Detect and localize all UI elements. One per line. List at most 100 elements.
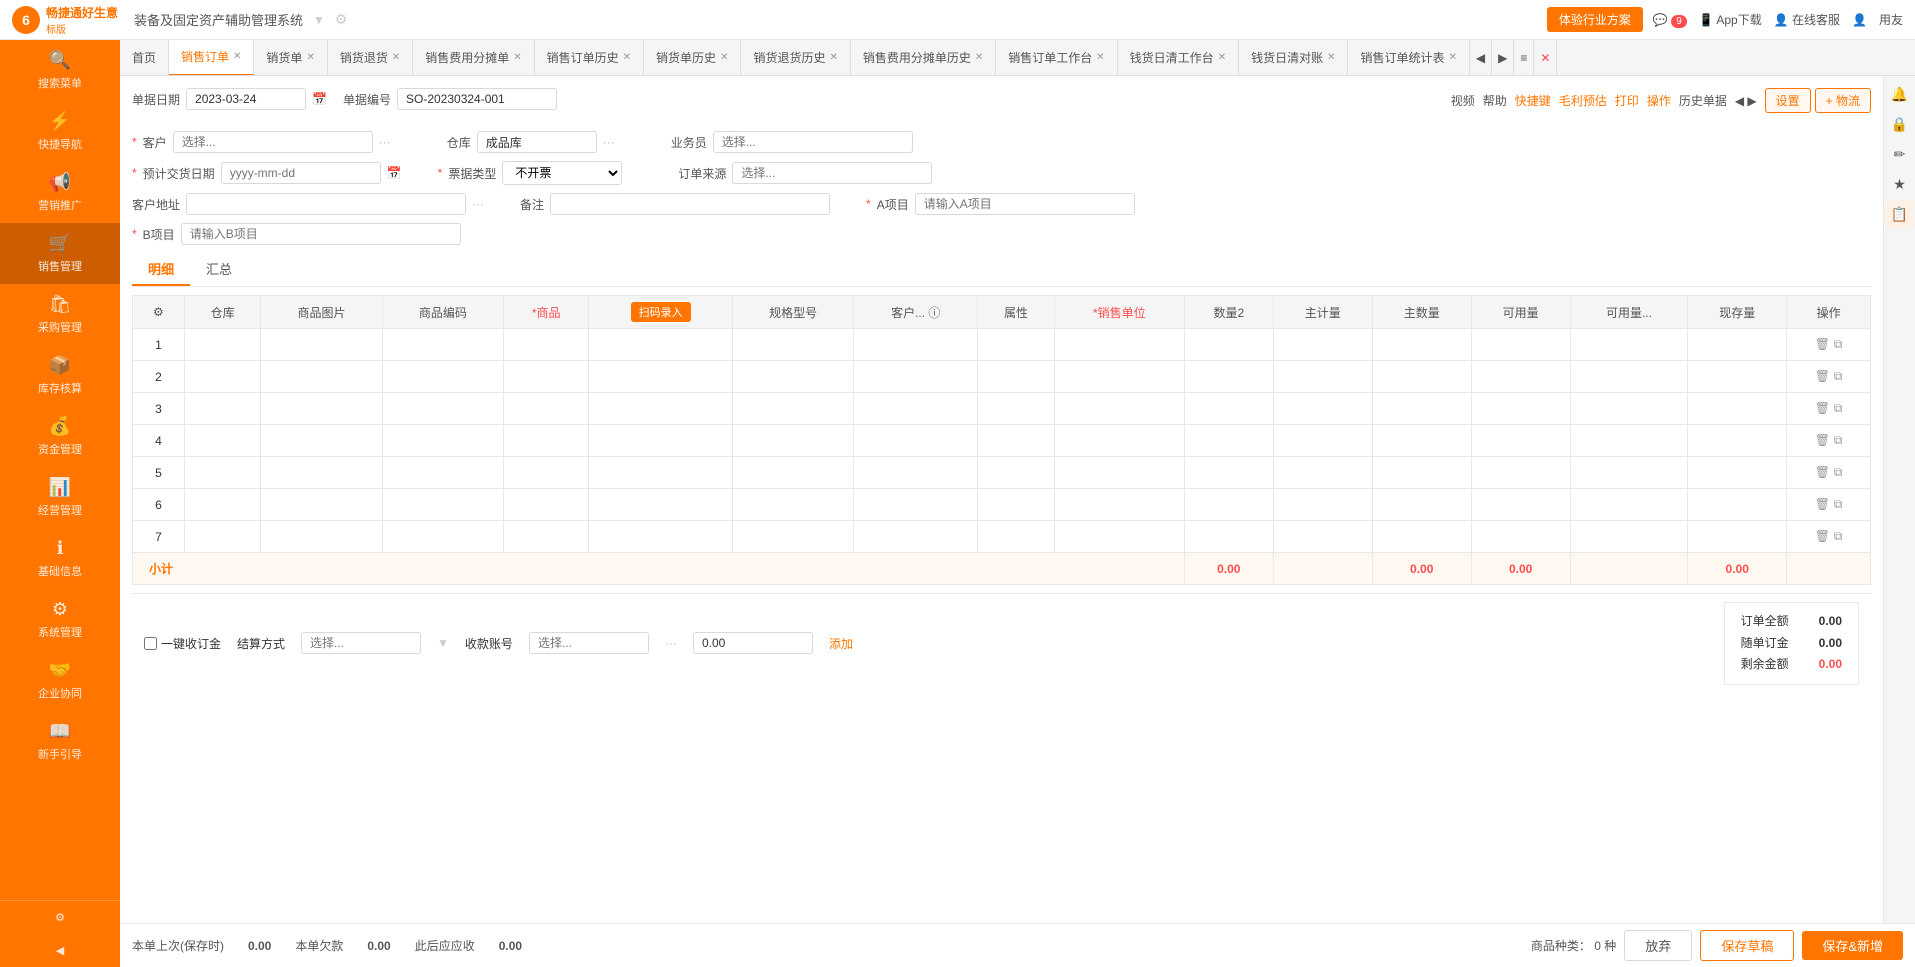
warehouse-input[interactable]	[477, 131, 597, 153]
amount-input[interactable]	[693, 632, 813, 654]
tab-close-sales-stats[interactable]: ✕	[1449, 52, 1457, 63]
row-copy-icon[interactable]: ⧉	[1834, 337, 1843, 351]
save-draft-button[interactable]: 保存草稿	[1700, 930, 1794, 961]
shortcuts-btn[interactable]: 快捷键	[1515, 92, 1551, 109]
right-icon-1[interactable]: 🔔	[1886, 80, 1914, 108]
discard-button[interactable]: 放弃	[1624, 930, 1692, 961]
user-name[interactable]: 用友	[1879, 11, 1903, 28]
tab-home[interactable]: 首页	[120, 40, 169, 76]
tab-sales-fee[interactable]: 销售费用分摊单 ✕	[413, 40, 534, 76]
sidebar-item-business[interactable]: 📊 经营管理	[0, 467, 120, 528]
address-ellipsis[interactable]: ···	[472, 197, 484, 211]
tab-detail[interactable]: 明细	[132, 253, 190, 286]
calendar-icon[interactable]: 📅	[312, 92, 327, 106]
right-icon-4[interactable]: ★	[1886, 170, 1914, 198]
row-delete-icon[interactable]: 🗑	[1815, 529, 1830, 543]
tab-summary[interactable]: 汇总	[190, 253, 248, 286]
help-btn[interactable]: 帮助	[1483, 92, 1507, 109]
add-btn[interactable]: 添加	[829, 635, 853, 652]
operation-btn[interactable]: 操作	[1647, 92, 1671, 109]
customer-ellipsis[interactable]: ···	[379, 135, 391, 149]
save-new-button[interactable]: 保存&新增	[1802, 931, 1903, 960]
sidebar-item-cooperation[interactable]: 🤝 企业协同	[0, 650, 120, 711]
row-delete-icon[interactable]: 🗑	[1815, 433, 1830, 447]
quick-settle-checkbox[interactable]: 一键收订金	[144, 635, 221, 652]
sidebar-item-inventory[interactable]: 📦 库存核算	[0, 345, 120, 406]
tab-close-fee-history[interactable]: ✕	[975, 52, 983, 63]
tab-return-history[interactable]: 销货退货历史 ✕	[741, 40, 850, 76]
tab-cash-workbench[interactable]: 钱货日清工作台 ✕	[1118, 40, 1239, 76]
right-icon-3[interactable]: ✏	[1886, 140, 1914, 168]
account-input[interactable]	[529, 632, 649, 654]
tab-close-sales-return[interactable]: ✕	[392, 52, 400, 63]
print-btn[interactable]: 打印	[1615, 92, 1639, 109]
tab-close-sales-goods[interactable]: ✕	[306, 52, 314, 63]
row-delete-icon[interactable]: 🗑	[1815, 369, 1830, 383]
settings-gear-icon[interactable]: ⚙	[335, 11, 348, 28]
tab-prev-btn[interactable]: ◀	[1470, 40, 1492, 76]
scan-btn[interactable]: 扫码录入	[631, 302, 691, 322]
add-material-btn[interactable]: + 物流	[1815, 88, 1871, 113]
staff-input[interactable]	[713, 131, 913, 153]
row-copy-icon[interactable]: ⧉	[1834, 529, 1843, 543]
tab-close-sales-fee[interactable]: ✕	[513, 52, 521, 63]
tab-close-order-workbench[interactable]: ✕	[1096, 52, 1104, 63]
tab-sales-order-history[interactable]: 销售订单历史 ✕	[535, 40, 644, 76]
row-delete-icon[interactable]: 🗑	[1815, 465, 1830, 479]
sidebar-item-guide[interactable]: 📖 新手引导	[0, 711, 120, 772]
sidebar-item-marketing[interactable]: 📢 营销推广	[0, 162, 120, 223]
setup-btn[interactable]: 设置	[1765, 88, 1811, 113]
view-btn[interactable]: 视频	[1451, 92, 1475, 109]
sidebar-collapse-btn[interactable]: ◀	[0, 934, 120, 967]
tab-order-workbench[interactable]: 销售订单工作台 ✕	[996, 40, 1117, 76]
quick-settle-input[interactable]	[144, 637, 157, 650]
tab-goods-history[interactable]: 销货单历史 ✕	[644, 40, 741, 76]
date-input[interactable]	[186, 88, 306, 110]
invoice-type-select[interactable]: 不开票	[502, 161, 622, 185]
warehouse-ellipsis[interactable]: ···	[603, 135, 615, 149]
delivery-date-input[interactable]	[221, 162, 381, 184]
tab-next-btn[interactable]: ▶	[1492, 40, 1514, 76]
project-b-input[interactable]	[181, 223, 461, 245]
tab-sales-goods[interactable]: 销货单 ✕	[254, 40, 327, 76]
notification-area[interactable]: 💬 9	[1653, 13, 1687, 27]
right-icon-2[interactable]: 🔒	[1886, 110, 1914, 138]
tab-close-cash-reconcile[interactable]: ✕	[1327, 52, 1335, 63]
row-delete-icon[interactable]: 🗑	[1815, 497, 1830, 511]
sidebar-item-basicinfo[interactable]: ℹ 基础信息	[0, 528, 120, 589]
tab-close-all-btn[interactable]: ✕	[1534, 40, 1557, 76]
tab-sales-return[interactable]: 销货退货 ✕	[328, 40, 413, 76]
row-copy-icon[interactable]: ⧉	[1834, 433, 1843, 447]
tab-close-return-history[interactable]: ✕	[829, 52, 837, 63]
history-btn[interactable]: 历史单据	[1679, 92, 1727, 109]
tab-sales-order[interactable]: 销售订单 ✕	[169, 40, 254, 76]
online-service[interactable]: 👤 在线客服	[1774, 11, 1840, 28]
row-copy-icon[interactable]: ⧉	[1834, 369, 1843, 383]
tab-menu-btn[interactable]: ≡	[1514, 40, 1534, 76]
row-delete-icon[interactable]: 🗑	[1815, 401, 1830, 415]
tab-close-order-history[interactable]: ✕	[623, 52, 631, 63]
tab-cash-reconcile[interactable]: 钱货日清对账 ✕	[1239, 40, 1348, 76]
row-copy-icon[interactable]: ⧉	[1834, 401, 1843, 415]
tab-fee-history[interactable]: 销售费用分摊单历史 ✕	[851, 40, 996, 76]
tab-close-goods-history[interactable]: ✕	[720, 52, 728, 63]
sidebar-item-sales[interactable]: 🛒 销售管理	[0, 223, 120, 284]
settle-method-input[interactable]	[301, 632, 421, 654]
right-icon-orange[interactable]: 📋	[1886, 200, 1914, 228]
col-settings[interactable]: ⚙	[133, 296, 185, 329]
sidebar-settings-btn[interactable]: ⚙	[0, 901, 120, 934]
tab-close-sales-order[interactable]: ✕	[233, 51, 241, 62]
row-delete-icon[interactable]: 🗑	[1815, 337, 1830, 351]
sidebar-item-system[interactable]: ⚙ 系统管理	[0, 589, 120, 650]
row-copy-icon[interactable]: ⧉	[1834, 465, 1843, 479]
customer-input[interactable]	[173, 131, 373, 153]
profit-btn[interactable]: 毛利预估	[1559, 92, 1607, 109]
project-a-input[interactable]	[915, 193, 1135, 215]
delivery-calendar-icon[interactable]: 📅	[387, 166, 402, 180]
industry-solution-button[interactable]: 体验行业方案	[1547, 7, 1643, 32]
customer-address-input[interactable]	[186, 193, 466, 215]
row-copy-icon[interactable]: ⧉	[1834, 497, 1843, 511]
order-source-input[interactable]	[732, 162, 932, 184]
sidebar-item-finance[interactable]: 💰 资金管理	[0, 406, 120, 467]
account-ellipsis[interactable]: ···	[665, 636, 677, 650]
